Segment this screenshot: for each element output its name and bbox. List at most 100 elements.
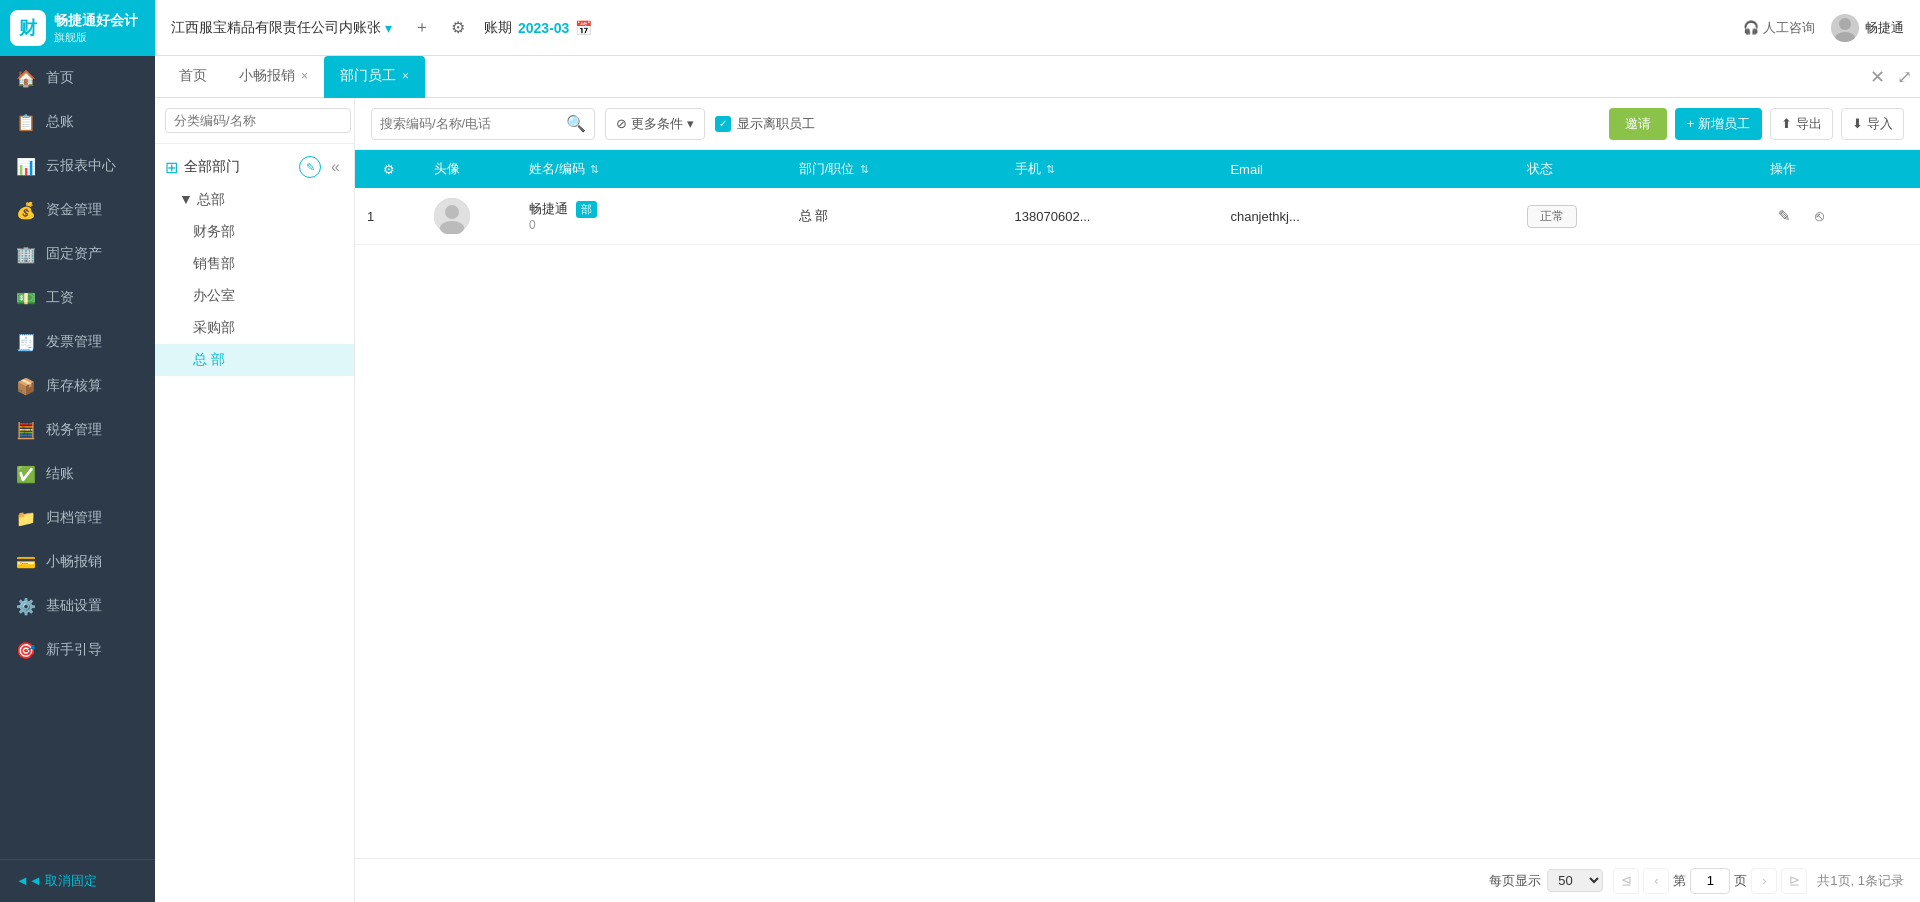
period-display: 账期 2023-03 📅 (484, 19, 592, 37)
dept-item-general[interactable]: ▼ 总部 (155, 184, 354, 216)
tab-dept-label: 部门员工 (340, 67, 396, 85)
sidebar-item-tax-label: 税务管理 (46, 421, 102, 439)
col-email: Email (1218, 150, 1515, 188)
period-label: 账期 (484, 19, 512, 37)
dept-item-purchase[interactable]: 采购部 (155, 312, 354, 344)
more-filter-button[interactable]: ⊘ 更多条件 ▾ (605, 108, 705, 140)
tab-expense-close[interactable]: × (301, 69, 308, 83)
tab-dept[interactable]: 部门员工 × (324, 56, 425, 98)
first-page-button[interactable]: ⊴ (1613, 868, 1639, 894)
all-dept-item[interactable]: ⊞ 全部部门 ✎ « (155, 150, 354, 184)
page-label: 第 (1673, 872, 1686, 890)
sidebar-item-invoice[interactable]: 🧾 发票管理 (0, 320, 155, 364)
employee-code: 0 (529, 218, 775, 232)
add-employee-button[interactable]: + 新增员工 (1675, 108, 1762, 140)
funds-icon: 💰 (16, 200, 36, 220)
show-resigned-label: 显示离职员工 (737, 115, 815, 133)
employee-search-icon[interactable]: 🔍 (566, 114, 586, 133)
page-input[interactable] (1690, 868, 1730, 894)
avatar (1831, 14, 1859, 42)
archive-icon: 📁 (16, 508, 36, 528)
sidebar-item-expense[interactable]: 💳 小畅报销 (0, 540, 155, 584)
sidebar-item-archive[interactable]: 📁 归档管理 (0, 496, 155, 540)
col-name[interactable]: 姓名/编码 ⇅ (517, 150, 787, 188)
sidebar-item-ledger[interactable]: 📋 总账 (0, 100, 155, 144)
last-page-button[interactable]: ⊵ (1781, 868, 1807, 894)
dept-item-sales[interactable]: 销售部 (155, 248, 354, 280)
col-settings[interactable]: ⚙ (355, 150, 422, 188)
sidebar-pin-toggle[interactable]: ◄◄ 取消固定 (0, 859, 155, 902)
sidebar-item-tax[interactable]: 🧮 税务管理 (0, 408, 155, 452)
user-menu[interactable]: 畅捷通 (1831, 14, 1904, 42)
tab-dept-close[interactable]: × (402, 69, 409, 83)
export-label: 导出 (1796, 115, 1822, 133)
add-company-button[interactable]: ＋ (408, 14, 436, 42)
sidebar-item-settings[interactable]: ⚙️ 基础设置 (0, 584, 155, 628)
avatar-placeholder (434, 198, 470, 234)
sidebar-item-reports[interactable]: 📊 云报表中心 (0, 144, 155, 188)
dept-edit-button[interactable]: ✎ (299, 156, 321, 178)
content-area: 🔍 ⊞ 全部部门 ✎ « ▼ 总部 财务部 销售部 办公室 采购部 总 部 (155, 98, 1920, 902)
headset-icon: 🎧 (1743, 20, 1759, 35)
row-name-cell: 畅捷通 部 0 (517, 188, 787, 245)
toolbar-right-actions: 邀请 + 新增员工 ⬆ 导出 ⬇ 导入 (1609, 108, 1904, 140)
tab-maximize[interactable]: ⤢ (1897, 66, 1912, 88)
tab-expense[interactable]: 小畅报销 × (223, 56, 324, 98)
import-label: 导入 (1867, 115, 1893, 133)
prev-page-button[interactable]: ‹ (1643, 868, 1669, 894)
tax-icon: 🧮 (16, 420, 36, 440)
sidebar-item-guide-label: 新手引导 (46, 641, 102, 659)
collapse-button[interactable]: « (327, 158, 344, 176)
logo-sub: 旗舰版 (54, 30, 138, 45)
row-actions: ✎ ⎋ (1758, 188, 1920, 245)
sidebar-item-archive-label: 归档管理 (46, 509, 102, 527)
resigned-checkbox[interactable]: ✓ (715, 116, 731, 132)
employee-search-input[interactable] (380, 116, 560, 131)
period-value: 2023-03 (518, 20, 569, 36)
dept-search-row: 🔍 (155, 98, 354, 144)
dept-item-office[interactable]: 办公室 (155, 280, 354, 312)
invite-button[interactable]: 邀请 (1609, 108, 1667, 140)
company-settings-button[interactable]: ⚙ (444, 14, 472, 42)
sidebar-item-close-label: 结账 (46, 465, 74, 483)
row-phone: 138070602... (1003, 188, 1219, 245)
calendar-icon[interactable]: 📅 (575, 20, 592, 36)
logo: 财 畅捷通好会计 旗舰版 (0, 0, 155, 56)
logo-icon: 财 (10, 10, 46, 46)
col-dept[interactable]: 部门/职位 ⇅ (787, 150, 1003, 188)
employee-panel: 🔍 ⊘ 更多条件 ▾ ✓ 显示离职员工 邀请 + 新增员工 ⬆ 导出 (355, 98, 1920, 902)
pagination: ⊴ ‹ 第 页 › ⊵ (1613, 868, 1807, 894)
row-dept: 总 部 (787, 188, 1003, 245)
logout-employee-button[interactable]: ⎋ (1806, 202, 1834, 230)
main-area: 江西服宝精品有限责任公司内账张 ▾ ＋ ⚙ 账期 2023-03 📅 🎧 人工咨… (155, 0, 1920, 902)
employee-table: ⚙ 头像 姓名/编码 ⇅ 部门/职位 ⇅ (355, 150, 1920, 245)
sidebar-item-funds[interactable]: 💰 资金管理 (0, 188, 155, 232)
total-info: 共1页, 1条记录 (1817, 872, 1904, 890)
dept-sort-icon: ⇅ (860, 163, 869, 175)
show-resigned-toggle[interactable]: ✓ 显示离职员工 (715, 115, 815, 133)
more-filter-label: 更多条件 (631, 115, 683, 133)
sidebar-item-assets[interactable]: 🏢 固定资产 (0, 232, 155, 276)
row-avatar (422, 188, 516, 245)
sidebar-item-home[interactable]: 🏠 首页 (0, 56, 155, 100)
dept-item-finance[interactable]: 财务部 (155, 216, 354, 248)
sidebar-item-salary[interactable]: 💵 工资 (0, 276, 155, 320)
sidebar-item-inventory[interactable]: 📦 库存核算 (0, 364, 155, 408)
username: 畅捷通 (1865, 19, 1904, 37)
tab-home[interactable]: 首页 (163, 56, 223, 98)
all-dept-label: 全部部门 (184, 158, 240, 176)
per-page-select[interactable]: 50 10 20 100 (1547, 869, 1603, 892)
dept-search-input[interactable] (165, 108, 351, 133)
edit-employee-button[interactable]: ✎ (1770, 202, 1798, 230)
table-footer: 每页显示 50 10 20 100 ⊴ ‹ 第 页 › ⊵ (355, 858, 1920, 902)
sidebar-item-close[interactable]: ✅ 结账 (0, 452, 155, 496)
col-phone[interactable]: 手机 ⇅ (1003, 150, 1219, 188)
sidebar-item-guide[interactable]: 🎯 新手引导 (0, 628, 155, 672)
dept-item-hq[interactable]: 总 部 (155, 344, 354, 376)
company-selector[interactable]: 江西服宝精品有限责任公司内账张 ▾ (171, 19, 392, 37)
human-service-button[interactable]: 🎧 人工咨询 (1743, 19, 1815, 37)
next-page-button[interactable]: › (1751, 868, 1777, 894)
tab-close-all[interactable]: ✕ (1870, 66, 1885, 88)
import-button[interactable]: ⬇ 导入 (1841, 108, 1904, 140)
export-button[interactable]: ⬆ 导出 (1770, 108, 1833, 140)
